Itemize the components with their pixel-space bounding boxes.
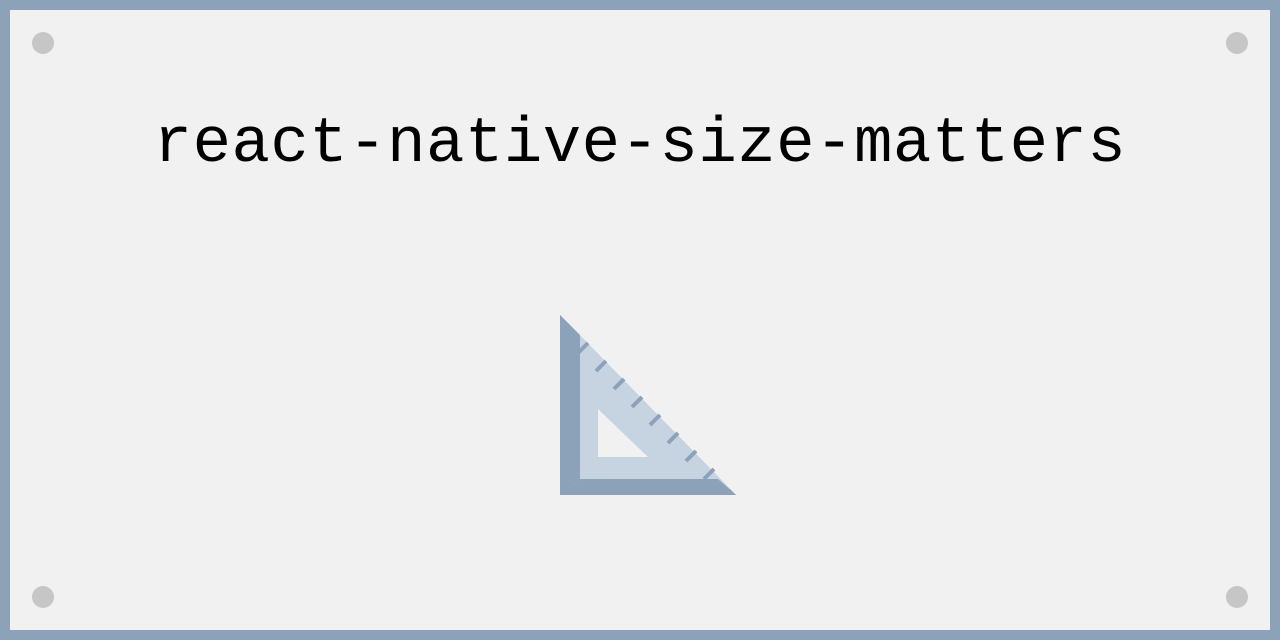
card-content: react-native-size-matters bbox=[10, 10, 1270, 630]
package-title: react-native-size-matters bbox=[154, 109, 1127, 181]
card-frame: react-native-size-matters bbox=[0, 0, 1280, 640]
triangular-ruler-icon bbox=[530, 291, 750, 501]
card-panel: react-native-size-matters bbox=[10, 10, 1270, 630]
